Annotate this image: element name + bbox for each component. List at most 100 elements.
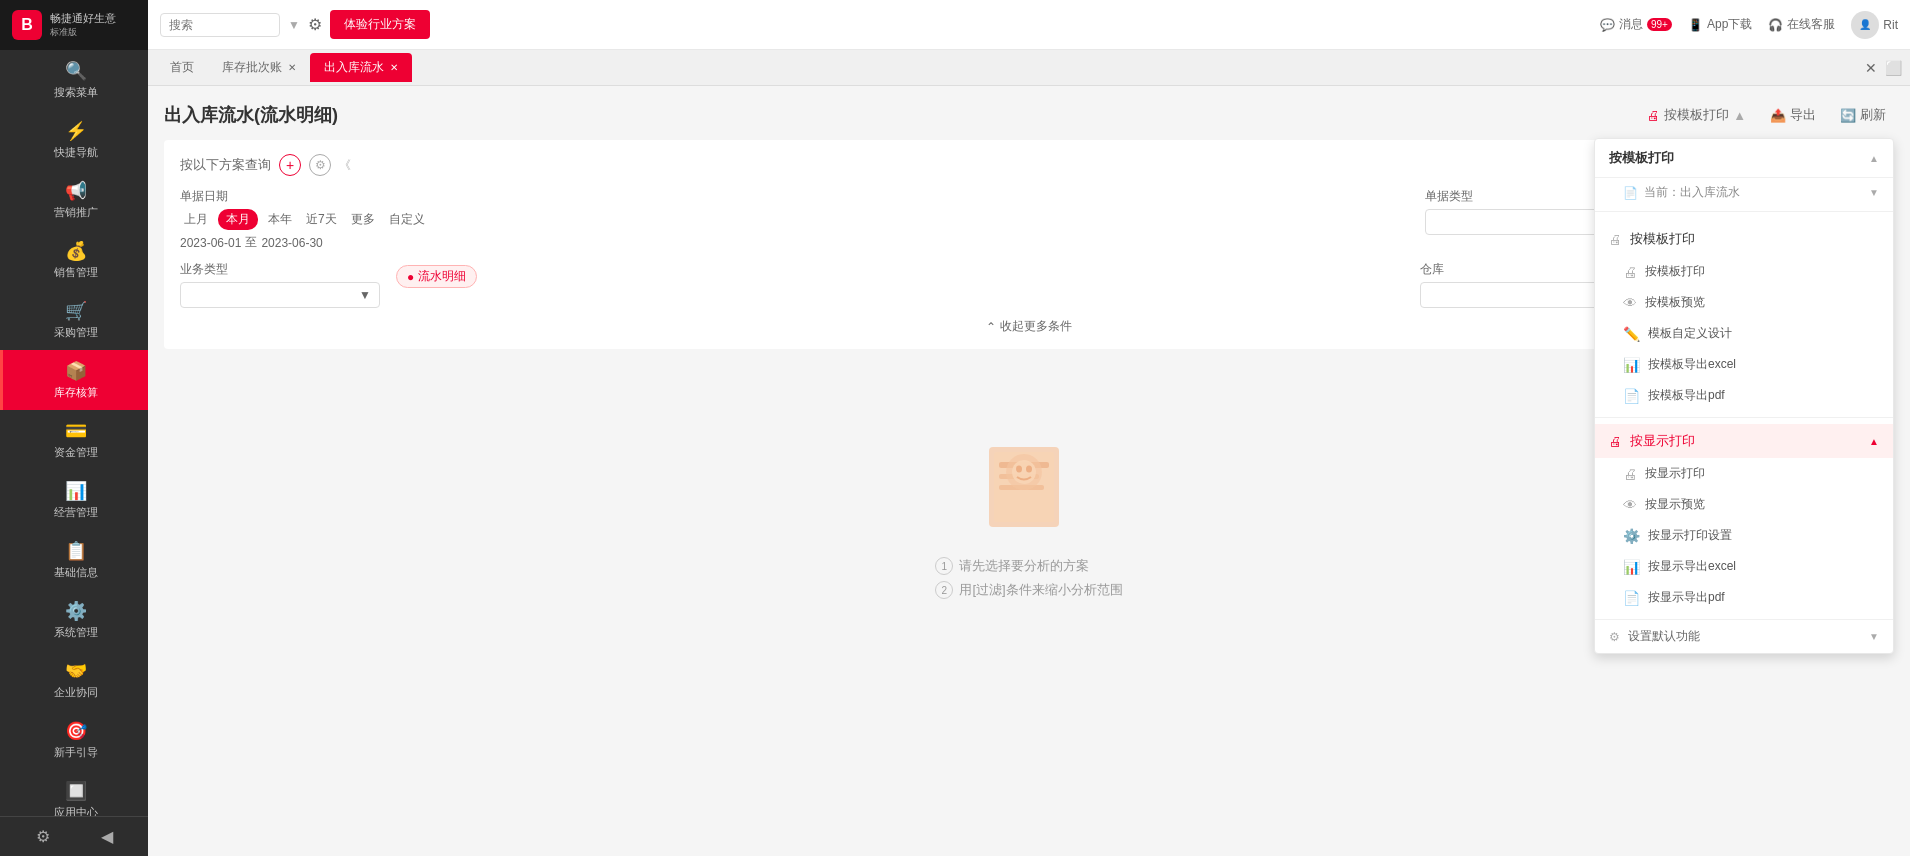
sidebar-item-purchase[interactable]: 🛒 采购管理 (0, 290, 148, 350)
tab-close-all-btn[interactable]: ✕ (1865, 60, 1877, 76)
template-print-header[interactable]: 🖨 按模板打印 (1595, 222, 1893, 256)
display-pdf-label: 按显示导出pdf (1648, 589, 1725, 606)
message-badge: 99+ (1647, 18, 1672, 31)
settings-gear-btn[interactable]: ⚙ (308, 15, 322, 34)
display-print-header[interactable]: 🖨 按显示打印 ▲ (1595, 424, 1893, 458)
template-print-section-icon: 🖨 (1609, 232, 1622, 247)
date-opt-last-month[interactable]: 上月 (180, 209, 212, 230)
app-download-btn[interactable]: 📱 App下载 (1688, 16, 1752, 33)
customer-service-label: 在线客服 (1787, 16, 1835, 33)
nav-icon-operations: 📊 (65, 480, 87, 502)
template-print-item-icon: 🖨 (1623, 264, 1637, 280)
sidebar: B 畅捷通好生意 标准版 🔍 搜索菜单 ⚡ 快捷导航 📢 营销推广 💰 销售管理… (0, 0, 148, 856)
tab-home[interactable]: 首页 (156, 53, 208, 82)
sidebar-item-sales[interactable]: 💰 销售管理 (0, 230, 148, 290)
filter-business-type-label: 业务类型 (180, 261, 380, 278)
tab-close-batch-account[interactable]: ✕ (288, 62, 296, 73)
template-excel-icon: 📊 (1623, 357, 1640, 373)
sidebar-item-quick-nav[interactable]: ⚡ 快捷导航 (0, 110, 148, 170)
sidebar-item-operations[interactable]: 📊 经营管理 (0, 470, 148, 530)
nav-label-search: 搜索菜单 (54, 85, 98, 100)
filter-add-btn[interactable]: + (279, 154, 301, 176)
customer-service-icon: 🎧 (1768, 18, 1783, 32)
template-excel-label: 按模板导出excel (1648, 356, 1736, 373)
nav-icon-enterprise: 🤝 (65, 660, 87, 682)
sidebar-item-finance[interactable]: 💳 资金管理 (0, 410, 148, 470)
page-actions: 🖨 按模板打印 ▲ 📤 导出 🔄 刷新 按模板打印 ▲ (1639, 102, 1894, 128)
empty-icon-container (969, 417, 1089, 537)
tab-label-batch-account: 库存批次账 (222, 59, 282, 76)
template-excel-item[interactable]: 📊 按模板导出excel (1595, 349, 1893, 380)
dropdown-panel: 按模板打印 ▲ 📄 当前：出入库流水 ▼ 🖨 按模板打印 (1594, 138, 1894, 654)
set-default-icon: ⚙ (1609, 630, 1620, 644)
sidebar-item-search[interactable]: 🔍 搜索菜单 (0, 50, 148, 110)
date-opt-this-month[interactable]: 本月 (218, 209, 258, 230)
message-label: 消息 (1619, 16, 1643, 33)
tab-batch-account[interactable]: 库存批次账 ✕ (208, 53, 310, 82)
display-print-settings-item[interactable]: ⚙️ 按显示打印设置 (1595, 520, 1893, 551)
template-pdf-item[interactable]: 📄 按模板导出pdf (1595, 380, 1893, 411)
logo-badge: 标准版 (50, 26, 116, 39)
app-download-label: App下载 (1707, 16, 1752, 33)
sidebar-item-enterprise[interactable]: 🤝 企业协同 (0, 650, 148, 710)
collapse-text: 收起更多条件 (1000, 318, 1072, 335)
display-preview-item[interactable]: 👁 按显示预览 (1595, 489, 1893, 520)
collapse-icon: ⌃ (986, 320, 996, 334)
nav-label-purchase: 采购管理 (54, 325, 98, 340)
export-label: 导出 (1790, 106, 1816, 124)
filter-business-type-select[interactable]: ▼ (180, 282, 380, 308)
industry-solution-btn[interactable]: 体验行业方案 (330, 10, 430, 39)
date-opt-this-year[interactable]: 本年 (264, 209, 296, 230)
filter-collapse-left-btn[interactable]: 《 (339, 157, 351, 174)
search-input[interactable] (160, 13, 280, 37)
sidebar-item-basic[interactable]: 📋 基础信息 (0, 530, 148, 590)
refresh-btn[interactable]: 🔄 刷新 (1832, 102, 1894, 128)
divider-1 (1595, 211, 1893, 212)
sidebar-collapse-btn[interactable]: ◀ (101, 827, 113, 846)
date-opt-more[interactable]: 更多 (347, 209, 379, 230)
date-opt-custom[interactable]: 自定义 (385, 209, 429, 230)
nav-icon-guide: 🎯 (65, 720, 87, 742)
nav-label-finance: 资金管理 (54, 445, 98, 460)
nav-label-system: 系统管理 (54, 625, 98, 640)
sidebar-item-inventory[interactable]: 📦 库存核算 (0, 350, 148, 410)
filter-date-range: 2023-06-01 至 2023-06-30 (180, 234, 429, 251)
message-btn[interactable]: 💬 消息 99+ (1600, 16, 1672, 33)
user-profile-btn[interactable]: 👤 Rit (1851, 11, 1898, 39)
page-content: 出入库流水(流水明细) 🖨 按模板打印 ▲ 📤 导出 🔄 刷新 (148, 86, 1910, 856)
display-excel-item[interactable]: 📊 按显示导出excel (1595, 551, 1893, 582)
filter-filter-tag-group: ● 流水明细 (396, 261, 477, 288)
nav-icon-appcenter: 🔲 (65, 780, 87, 802)
svg-point-7 (1016, 466, 1022, 473)
sidebar-item-guide[interactable]: 🎯 新手引导 (0, 710, 148, 770)
tab-bar: 首页库存批次账✕出入库流水✕ ✕ ⬜ (148, 50, 1910, 86)
sidebar-item-marketing[interactable]: 📢 营销推广 (0, 170, 148, 230)
tab-close-in-out-flow[interactable]: ✕ (390, 62, 398, 73)
display-print-section-label: 按显示打印 (1630, 432, 1695, 450)
sidebar-item-appcenter[interactable]: 🔲 应用中心 (0, 770, 148, 816)
tab-maximize-btn[interactable]: ⬜ (1885, 60, 1902, 76)
template-custom-item[interactable]: ✏️ 模板自定义设计 (1595, 318, 1893, 349)
template-preview-item[interactable]: 👁 按模板预览 (1595, 287, 1893, 318)
print-template-btn[interactable]: 🖨 按模板打印 ▲ (1639, 102, 1754, 128)
step-num-2: 2 (935, 581, 953, 599)
dropdown-title: 按模板打印 (1609, 149, 1674, 167)
filter-date-label: 单据日期 (180, 188, 429, 205)
step-2-text: 用[过滤]条件来缩小分析范围 (959, 581, 1122, 599)
print-icon: 🖨 (1647, 108, 1660, 123)
sidebar-item-system[interactable]: ⚙️ 系统管理 (0, 590, 148, 650)
business-type-dropdown-icon: ▼ (359, 288, 371, 302)
filter-settings-btn[interactable]: ⚙ (309, 154, 331, 176)
date-opt-7days[interactable]: 近7天 (302, 209, 341, 230)
filter-tag[interactable]: ● 流水明细 (396, 265, 477, 288)
tab-in-out-flow[interactable]: 出入库流水✕ (310, 53, 412, 82)
sidebar-settings-btn[interactable]: ⚙ (36, 827, 50, 846)
set-default-footer[interactable]: ⚙ 设置默认功能 ▼ (1595, 620, 1893, 653)
step-num-1: 1 (935, 557, 953, 575)
template-print-item[interactable]: 🖨 按模板打印 (1595, 256, 1893, 287)
export-btn[interactable]: 📤 导出 (1762, 102, 1824, 128)
display-pdf-item[interactable]: 📄 按显示导出pdf (1595, 582, 1893, 613)
customer-service-btn[interactable]: 🎧 在线客服 (1768, 16, 1835, 33)
template-pdf-icon: 📄 (1623, 388, 1640, 404)
display-print-item[interactable]: 🖨 按显示打印 (1595, 458, 1893, 489)
